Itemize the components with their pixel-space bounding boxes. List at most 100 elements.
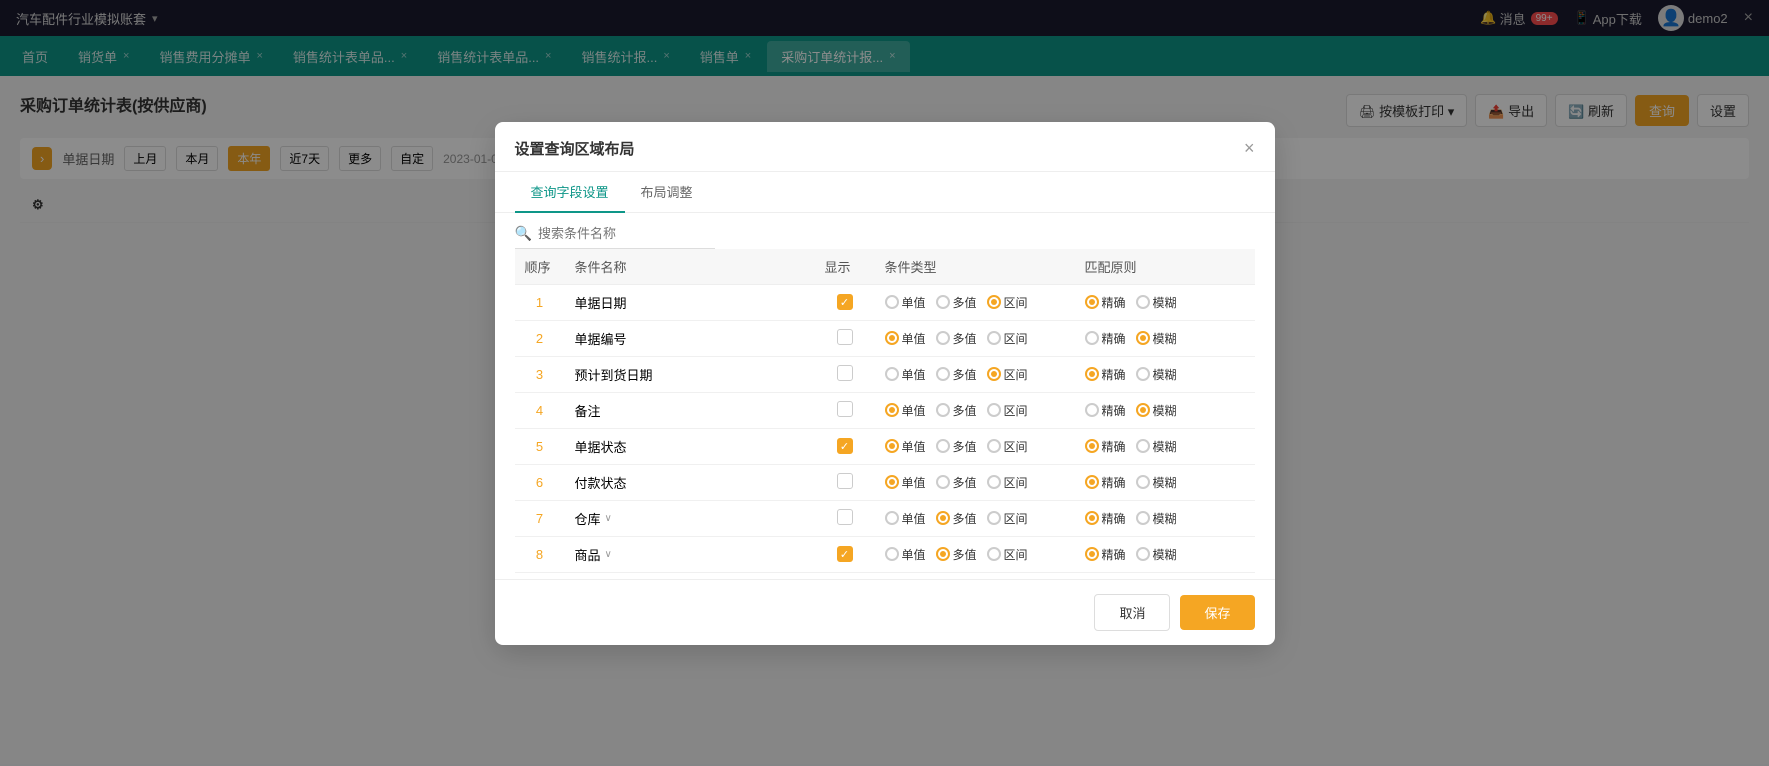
type-option-多值[interactable]: 多值 (936, 294, 977, 311)
radio-label: 单值 (902, 510, 926, 527)
type-option-单值[interactable]: 单值 (885, 402, 926, 419)
type-option-区间[interactable]: 区间 (987, 294, 1028, 311)
type-option-单值[interactable]: 单值 (885, 366, 926, 383)
type-option-区间[interactable]: 区间 (987, 474, 1028, 491)
dialog-tab-layout[interactable]: 布局调整 (625, 172, 709, 213)
type-option-多值[interactable]: 多值 (936, 474, 977, 491)
cell-name: 付款状态 (565, 464, 815, 500)
match-option-模糊[interactable]: 模糊 (1136, 366, 1177, 383)
dropdown-arrow-icon[interactable]: ∨ (605, 549, 612, 560)
cell-match: 精确模糊 (1075, 392, 1255, 428)
radio-circle (987, 439, 1001, 453)
type-option-单值[interactable]: 单值 (885, 474, 926, 491)
type-option-单值[interactable]: 单值 (885, 546, 926, 563)
match-option-模糊[interactable]: 模糊 (1136, 402, 1177, 419)
cell-type: 单值多值区间 (875, 428, 1075, 464)
type-option-多值[interactable]: 多值 (936, 330, 977, 347)
match-option-模糊[interactable]: 模糊 (1136, 294, 1177, 311)
match-option-模糊[interactable]: 模糊 (1136, 330, 1177, 347)
display-checkbox[interactable]: ✓ (837, 294, 853, 310)
dropdown-arrow-icon[interactable]: ∨ (605, 513, 612, 524)
cell-match: 精确 模糊 (1075, 356, 1255, 392)
display-checkbox[interactable] (837, 365, 853, 381)
type-option-区间[interactable]: 区间 (987, 546, 1028, 563)
type-option-多值[interactable]: 多值 (936, 510, 977, 527)
radio-circle (987, 295, 1001, 309)
type-option-区间[interactable]: 区间 (987, 510, 1028, 527)
radio-label: 单值 (902, 402, 926, 419)
radio-circle (1136, 511, 1150, 525)
radio-label: 模糊 (1153, 546, 1177, 563)
match-option-精确[interactable]: 精确 (1085, 510, 1126, 527)
dialog-tab-query-fields[interactable]: 查询字段设置 (515, 172, 625, 213)
display-checkbox[interactable]: ✓ (837, 438, 853, 454)
radio-label: 精确 (1102, 474, 1126, 491)
match-option-精确[interactable]: 精确 (1085, 474, 1126, 491)
radio-circle (885, 439, 899, 453)
match-option-模糊[interactable]: 模糊 (1136, 474, 1177, 491)
display-checkbox[interactable] (837, 401, 853, 417)
radio-circle (936, 331, 950, 345)
cell-match: 精确模糊 (1075, 500, 1255, 536)
condition-name: 商品 (575, 545, 601, 564)
radio-label: 模糊 (1153, 474, 1177, 491)
search-input[interactable] (538, 226, 698, 241)
dialog-table-wrap: 顺序 条件名称 显示 条件类型 匹配原则 1单据日期✓单值多值区间精确模糊2单据… (495, 249, 1275, 579)
type-option-单值[interactable]: 单值 (885, 438, 926, 455)
save-btn[interactable]: 保存 (1180, 595, 1254, 630)
type-option-区间[interactable]: 区间 (987, 330, 1028, 347)
radio-circle (936, 511, 950, 525)
radio-label: 多值 (953, 474, 977, 491)
radio-circle (1085, 367, 1099, 381)
match-option-精确[interactable]: 精确 (1085, 366, 1126, 383)
radio-circle (1136, 439, 1150, 453)
radio-label: 多值 (953, 294, 977, 311)
th-display: 显示 (815, 249, 875, 285)
match-option-精确[interactable]: 精确 (1085, 402, 1126, 419)
radio-circle (936, 547, 950, 561)
cell-seq: 6 (515, 464, 565, 500)
match-option-精确[interactable]: 精确 (1085, 330, 1126, 347)
match-option-模糊[interactable]: 模糊 (1136, 438, 1177, 455)
match-option-精确[interactable]: 精确 (1085, 546, 1126, 563)
type-option-区间[interactable]: 区间 (987, 438, 1028, 455)
type-option-区间[interactable]: 区间 (987, 366, 1028, 383)
type-option-单值[interactable]: 单值 (885, 510, 926, 527)
radio-label: 区间 (1004, 546, 1028, 563)
display-checkbox[interactable] (837, 473, 853, 489)
radio-label: 多值 (953, 546, 977, 563)
radio-circle (987, 331, 1001, 345)
radio-circle (936, 367, 950, 381)
radio-label: 精确 (1102, 438, 1126, 455)
radio-circle (1085, 439, 1099, 453)
display-checkbox[interactable] (837, 329, 853, 345)
table-row: 2单据编号单值多值区间精确模糊 (515, 320, 1255, 356)
cell-name: 单据日期 (565, 284, 815, 320)
match-option-精确[interactable]: 精确 (1085, 294, 1126, 311)
type-option-多值[interactable]: 多值 (936, 402, 977, 419)
overlay: 设置查询区域布局 × 查询字段设置 布局调整 🔍 顺序 条件名称 (0, 0, 1769, 766)
dialog-close-btn[interactable]: × (1244, 139, 1255, 157)
match-option-精确[interactable]: 精确 (1085, 438, 1126, 455)
radio-circle (987, 367, 1001, 381)
cell-name: 备注 (565, 392, 815, 428)
radio-label: 多值 (953, 510, 977, 527)
type-option-多值[interactable]: 多值 (936, 546, 977, 563)
match-option-模糊[interactable]: 模糊 (1136, 510, 1177, 527)
radio-label: 模糊 (1153, 366, 1177, 383)
radio-label: 区间 (1004, 510, 1028, 527)
type-option-单值[interactable]: 单值 (885, 330, 926, 347)
cancel-btn[interactable]: 取消 (1094, 594, 1170, 631)
type-option-多值[interactable]: 多值 (936, 438, 977, 455)
type-option-区间[interactable]: 区间 (987, 402, 1028, 419)
dialog-scroll-area[interactable]: 顺序 条件名称 显示 条件类型 匹配原则 1单据日期✓单值多值区间精确模糊2单据… (515, 249, 1255, 579)
radio-circle (885, 547, 899, 561)
cell-display (815, 320, 875, 356)
display-checkbox[interactable]: ✓ (837, 546, 853, 562)
display-checkbox[interactable] (837, 509, 853, 525)
match-option-模糊[interactable]: 模糊 (1136, 546, 1177, 563)
type-option-多值[interactable]: 多值 (936, 366, 977, 383)
type-option-单值[interactable]: 单值 (885, 294, 926, 311)
search-wrap: 🔍 (515, 225, 715, 249)
radio-label: 精确 (1102, 402, 1126, 419)
